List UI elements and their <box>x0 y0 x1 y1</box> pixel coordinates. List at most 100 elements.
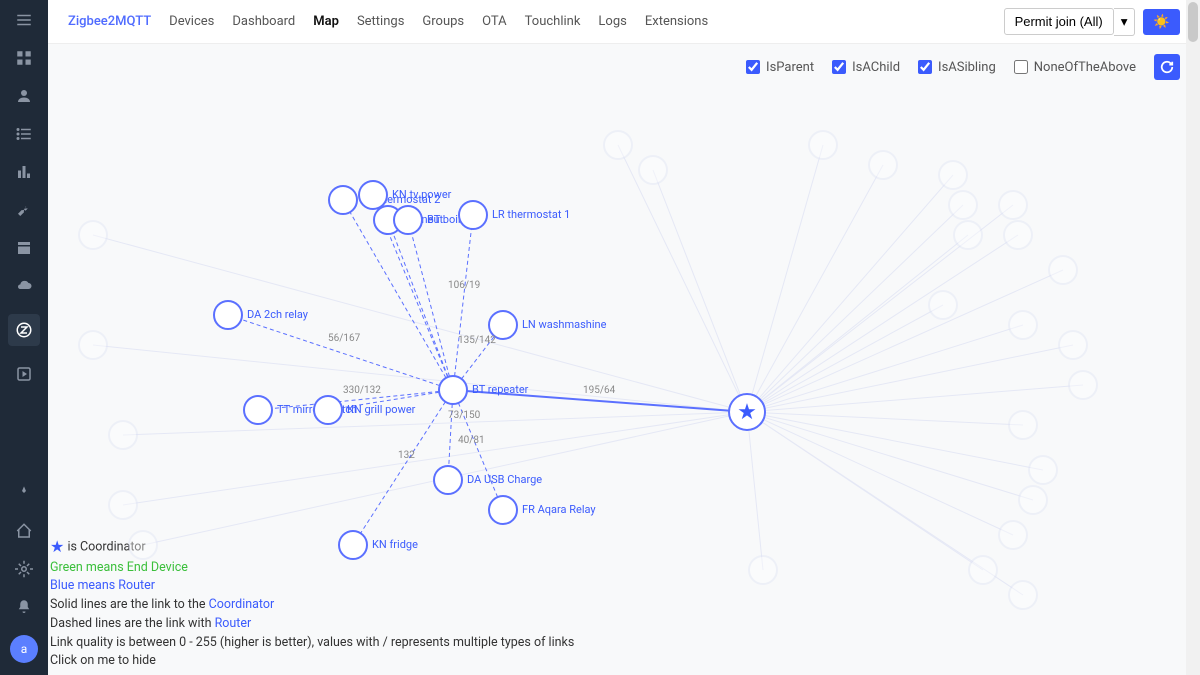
theme-toggle-button[interactable]: ☀️ <box>1143 9 1180 35</box>
device-node-faded[interactable] <box>953 220 983 250</box>
device-node-faded[interactable] <box>748 555 778 585</box>
scrollbar-thumb[interactable] <box>1188 2 1198 42</box>
checkbox-isasibling[interactable] <box>918 60 932 74</box>
link-quality-label: 330/132 <box>343 385 381 396</box>
permit-join-dropdown[interactable]: ▾ <box>1114 8 1136 36</box>
device-label: BT repeater <box>472 383 528 396</box>
home-icon[interactable] <box>14 521 34 541</box>
device-node-faded[interactable] <box>1008 310 1038 340</box>
nav-extensions[interactable]: Extensions <box>645 14 708 29</box>
device-node-faded[interactable] <box>1008 580 1038 610</box>
device-bubble[interactable] <box>393 205 423 235</box>
device-node[interactable]: KN fridge <box>338 530 368 560</box>
device-node-faded[interactable] <box>1048 255 1078 285</box>
store-icon[interactable] <box>14 238 34 258</box>
device-node[interactable]: BT boiler <box>393 205 423 235</box>
chart-icon[interactable] <box>14 162 34 182</box>
device-node-faded[interactable] <box>928 290 958 320</box>
cloud-icon[interactable] <box>14 276 34 296</box>
device-bubble[interactable] <box>458 200 488 230</box>
device-node-faded[interactable] <box>638 155 668 185</box>
filter-isasibling[interactable]: IsASibling <box>918 60 996 75</box>
filter-isachild[interactable]: IsAChild <box>832 60 900 75</box>
legend-dashed: Dashed lines are the link with Router <box>50 615 574 634</box>
legend-solid: Solid lines are the link to the Coordina… <box>50 596 574 615</box>
link-quality-label: 40/81 <box>458 435 485 446</box>
wrench-icon[interactable] <box>14 200 34 220</box>
coordinator-node[interactable]: ★ <box>728 393 766 431</box>
checkbox-isparent[interactable] <box>746 60 760 74</box>
device-node-faded[interactable] <box>108 420 138 450</box>
brand-link[interactable]: Zigbee2MQTT <box>68 14 151 29</box>
avatar[interactable]: a <box>10 635 38 663</box>
device-node-faded[interactable] <box>938 160 968 190</box>
link-quality-label: 135/142 <box>458 335 496 346</box>
device-node-faded[interactable] <box>78 220 108 250</box>
device-node-faded[interactable] <box>998 520 1028 550</box>
nav-touchlink[interactable]: Touchlink <box>525 14 581 29</box>
refresh-button[interactable] <box>1154 54 1180 80</box>
device-node-faded[interactable] <box>78 330 108 360</box>
device-node[interactable]: TT mirror switch <box>243 395 273 425</box>
device-bubble[interactable] <box>313 395 343 425</box>
device-node-faded[interactable] <box>108 490 138 520</box>
device-node-faded[interactable] <box>998 190 1028 220</box>
device-bubble[interactable] <box>338 530 368 560</box>
link-quality-label: 106/19 <box>448 280 480 291</box>
device-bubble[interactable] <box>433 465 463 495</box>
device-node[interactable]: KN grill power <box>313 395 343 425</box>
top-nav: Zigbee2MQTT Devices Dashboard Map Settin… <box>48 0 1200 44</box>
user-icon[interactable] <box>14 86 34 106</box>
nav-map[interactable]: Map <box>313 14 339 29</box>
nav-logs[interactable]: Logs <box>598 14 626 29</box>
device-node[interactable]: FR Aqara Relay <box>488 495 518 525</box>
device-label: DA 2ch relay <box>247 308 308 321</box>
device-node[interactable]: DA 2ch relay <box>213 300 243 330</box>
scrollbar-track[interactable] <box>1186 0 1200 675</box>
nav-devices[interactable]: Devices <box>169 14 214 29</box>
device-bubble[interactable] <box>213 300 243 330</box>
pin-icon[interactable] <box>14 483 34 503</box>
device-bubble[interactable] <box>438 375 468 405</box>
permit-join-button[interactable]: Permit join (All) <box>1004 8 1114 35</box>
menu-icon[interactable] <box>14 10 34 30</box>
device-node-faded[interactable] <box>948 190 978 220</box>
device-bubble[interactable] <box>328 185 358 215</box>
device-bubble[interactable] <box>243 395 273 425</box>
filter-none[interactable]: NoneOfTheAbove <box>1014 60 1136 75</box>
filter-isparent[interactable]: IsParent <box>746 60 814 75</box>
device-node-faded[interactable] <box>128 530 158 560</box>
device-label: DA USB Charge <box>467 473 542 486</box>
device-bubble[interactable] <box>488 495 518 525</box>
device-node-faded[interactable] <box>1058 330 1088 360</box>
device-node-faded[interactable] <box>868 150 898 180</box>
dashboard-icon[interactable] <box>14 48 34 68</box>
nav-groups[interactable]: Groups <box>422 14 464 29</box>
device-node-faded[interactable] <box>1008 410 1038 440</box>
device-node-faded[interactable] <box>1068 370 1098 400</box>
nav-ota[interactable]: OTA <box>482 14 507 29</box>
zigbee-icon[interactable] <box>8 314 40 346</box>
link-quality-label: 56/167 <box>328 333 360 344</box>
list-icon[interactable] <box>14 124 34 144</box>
device-node-faded[interactable] <box>1018 485 1048 515</box>
device-node-faded[interactable] <box>1003 220 1033 250</box>
legend-end-device: Green means End Device <box>50 559 574 578</box>
device-node[interactable]: DA USB Charge <box>433 465 463 495</box>
device-node-faded[interactable] <box>808 130 838 160</box>
device-node[interactable]: BT repeater <box>438 375 468 405</box>
nav-settings[interactable]: Settings <box>357 14 404 29</box>
gear-icon[interactable] <box>14 559 34 579</box>
device-node-faded[interactable] <box>1028 455 1058 485</box>
checkbox-none[interactable] <box>1014 60 1028 74</box>
device-label: LN washmashine <box>522 318 606 331</box>
map-canvas[interactable]: ★ is Coordinator Green means End Device … <box>48 90 1200 675</box>
device-node-faded[interactable] <box>603 130 633 160</box>
device-node[interactable]: LR thermostat 1 <box>458 200 488 230</box>
checkbox-isachild[interactable] <box>832 60 846 74</box>
nav-dashboard[interactable]: Dashboard <box>232 14 295 29</box>
play-icon[interactable] <box>14 364 34 384</box>
device-node-faded[interactable] <box>968 555 998 585</box>
bell-icon[interactable] <box>14 597 34 617</box>
device-node[interactable]: LR thermostat 2 <box>328 185 358 215</box>
